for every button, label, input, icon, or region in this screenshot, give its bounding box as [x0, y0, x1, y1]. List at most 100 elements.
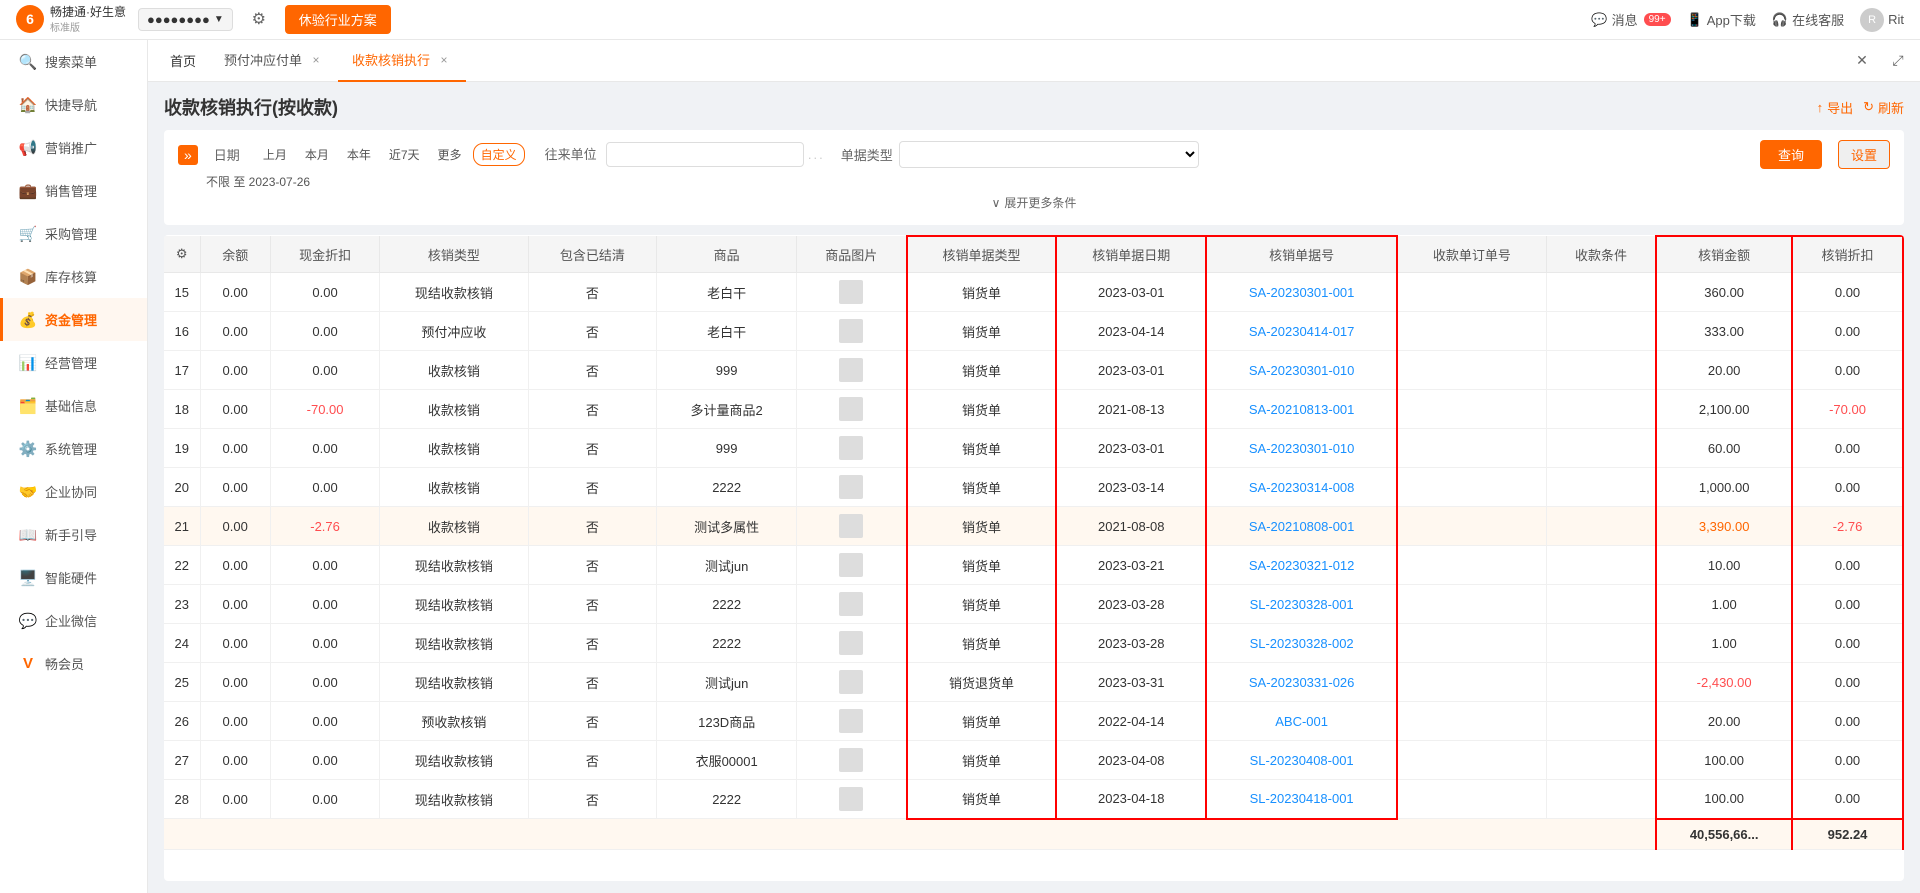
cell-verify-discount: 0.00	[1792, 624, 1903, 663]
sidebar-item-hardware[interactable]: 🖥️ 智能硬件	[0, 556, 147, 599]
settings-icon[interactable]: ⚙	[245, 5, 273, 33]
cell-no: 18	[164, 390, 200, 429]
col-settings[interactable]: ⚙	[164, 236, 200, 273]
bill-no-link[interactable]: SA-20230321-012	[1249, 558, 1355, 573]
cell-verify-amount: 1.00	[1656, 624, 1792, 663]
export-button[interactable]: ↑ 导出	[1817, 98, 1854, 117]
service-label: 在线客服	[1792, 10, 1844, 29]
bill-no-link[interactable]: SL-20230328-001	[1250, 597, 1354, 612]
sidebar-label-collab: 企业协同	[45, 482, 97, 501]
cell-goods: 老白干	[657, 273, 797, 312]
cell-collect-no	[1397, 663, 1546, 702]
date-btn-this-year[interactable]: 本年	[340, 144, 378, 165]
cell-verify-amount: 1,000.00	[1656, 468, 1792, 507]
col-collect-cond: 收款条件	[1546, 236, 1656, 273]
cell-goods-img	[796, 390, 906, 429]
sidebar-item-inventory[interactable]: 📦 库存核算	[0, 255, 147, 298]
cell-balance: 0.00	[200, 507, 270, 546]
bill-no-link[interactable]: SL-20230408-001	[1250, 753, 1354, 768]
sidebar-item-collab[interactable]: 🤝 企业协同	[0, 470, 147, 513]
app-download-item[interactable]: 📱 App下载	[1687, 10, 1756, 29]
bill-no-link[interactable]: SL-20230418-001	[1250, 791, 1354, 806]
cell-verify-type: 收款核销	[380, 429, 528, 468]
bill-no-link[interactable]: SA-20230301-010	[1249, 363, 1355, 378]
sidebar-label-hardware: 智能硬件	[45, 568, 97, 587]
date-btn-7days[interactable]: 近7天	[382, 144, 427, 165]
partner-input[interactable]	[606, 142, 804, 167]
table-row: 21 0.00 -2.76 收款核销 否 测试多属性 销货单 2021-08-0…	[164, 507, 1903, 546]
bill-no-link[interactable]: SA-20210813-001	[1249, 402, 1355, 417]
bill-no-link[interactable]: SA-20230414-017	[1249, 324, 1355, 339]
bill-no-link[interactable]: SA-20230301-001	[1249, 285, 1355, 300]
cell-collect-cond	[1546, 429, 1656, 468]
filter-expand-icon[interactable]: »	[178, 145, 198, 165]
sidebar-item-marketing[interactable]: 📢 营销推广	[0, 126, 147, 169]
date-btn-this-month[interactable]: 本月	[298, 144, 336, 165]
refresh-button[interactable]: ↻ 刷新	[1863, 98, 1904, 117]
expand-bar[interactable]: ∨ 展开更多条件	[178, 190, 1890, 215]
cell-goods: 测试jun	[657, 546, 797, 585]
bill-no-link[interactable]: SA-20230331-026	[1249, 675, 1355, 690]
cell-bill-no: SA-20230301-001	[1206, 273, 1397, 312]
sidebar-item-basic[interactable]: 🗂️ 基础信息	[0, 384, 147, 427]
cell-collect-cond	[1546, 351, 1656, 390]
date-label: 日期	[214, 145, 240, 164]
bill-no-link[interactable]: SL-20230328-002	[1250, 636, 1354, 651]
cell-verify-amount: 360.00	[1656, 273, 1792, 312]
sidebar-item-sales[interactable]: 💼 销售管理	[0, 169, 147, 212]
col-cash-discount: 现金折扣	[270, 236, 379, 273]
bill-no-link[interactable]: SA-20210808-001	[1249, 519, 1355, 534]
cell-goods-img	[796, 429, 906, 468]
sidebar-item-guide[interactable]: 📖 新手引导	[0, 513, 147, 556]
page-content: 收款核销执行(按收款) ↑ 导出 ↻ 刷新 »	[148, 82, 1920, 893]
sidebar-label-system: 系统管理	[45, 439, 97, 458]
settings-button[interactable]: 设置	[1838, 140, 1890, 169]
message-item[interactable]: 💬 消息 99+	[1591, 10, 1670, 29]
bill-no-link[interactable]: SA-20230314-008	[1249, 480, 1355, 495]
tab-close-btn[interactable]: ✕	[1848, 47, 1876, 75]
system-icon: ⚙️	[19, 440, 37, 458]
user-item[interactable]: R Rit	[1860, 8, 1904, 32]
tab-prepay-close[interactable]: ×	[308, 52, 324, 68]
sidebar-item-wechat[interactable]: 💬 企业微信	[0, 599, 147, 642]
cell-goods: 999	[657, 429, 797, 468]
sidebar-item-purchase[interactable]: 🛒 采购管理	[0, 212, 147, 255]
cell-bill-date: 2023-03-01	[1056, 273, 1206, 312]
online-service-item[interactable]: 🎧 在线客服	[1772, 10, 1844, 29]
sidebar-item-system[interactable]: ⚙️ 系统管理	[0, 427, 147, 470]
tab-collect-close[interactable]: ×	[436, 52, 452, 68]
collapse-icon[interactable]: »	[178, 145, 198, 165]
tab-collect[interactable]: 收款核销执行 ×	[338, 40, 466, 82]
sidebar-item-search[interactable]: 🔍 搜索菜单	[0, 40, 147, 83]
bill-type-select[interactable]	[899, 141, 1199, 168]
bill-no-link[interactable]: ABC-001	[1275, 714, 1328, 729]
sidebar-item-member[interactable]: V 畅会员	[0, 642, 147, 685]
sidebar-item-finance[interactable]: 💰 资金管理	[0, 298, 147, 341]
tab-home[interactable]: 首页	[156, 40, 210, 82]
sidebar-item-quick[interactable]: 🏠 快捷导航	[0, 83, 147, 126]
table-row: 15 0.00 0.00 现结收款核销 否 老白干 销货单 2023-03-01…	[164, 273, 1903, 312]
bill-no-link[interactable]: SA-20230301-010	[1249, 441, 1355, 456]
industry-button[interactable]: 休验行业方案	[285, 5, 391, 34]
cell-bill-no: SA-20230314-008	[1206, 468, 1397, 507]
date-btn-prev-month[interactable]: 上月	[256, 144, 294, 165]
tab-expand-btn[interactable]: ⤢	[1884, 47, 1912, 75]
cell-included: 否	[528, 546, 657, 585]
company-selector[interactable]: ●●●●●●●● ▼	[138, 8, 233, 31]
sidebar-item-operation[interactable]: 📊 经营管理	[0, 341, 147, 384]
cell-included: 否	[528, 663, 657, 702]
cell-bill-type: 销货单	[907, 390, 1057, 429]
date-btn-custom[interactable]: 自定义	[473, 143, 525, 166]
query-button[interactable]: 查询	[1760, 140, 1822, 169]
purchase-icon: 🛒	[19, 225, 37, 243]
cell-goods: 测试jun	[657, 663, 797, 702]
cell-bill-date: 2023-03-21	[1056, 546, 1206, 585]
cell-collect-no	[1397, 468, 1546, 507]
cell-goods: 999	[657, 351, 797, 390]
tab-prepay[interactable]: 预付冲应付单 ×	[210, 40, 338, 82]
layout: 🔍 搜索菜单 🏠 快捷导航 📢 营销推广 💼 销售管理 🛒 采购管理 📦 库存核…	[0, 40, 1920, 893]
cell-no: 17	[164, 351, 200, 390]
cell-goods: 老白干	[657, 312, 797, 351]
date-btn-more[interactable]: 更多	[431, 144, 469, 165]
cell-bill-type: 销货单	[907, 780, 1057, 819]
